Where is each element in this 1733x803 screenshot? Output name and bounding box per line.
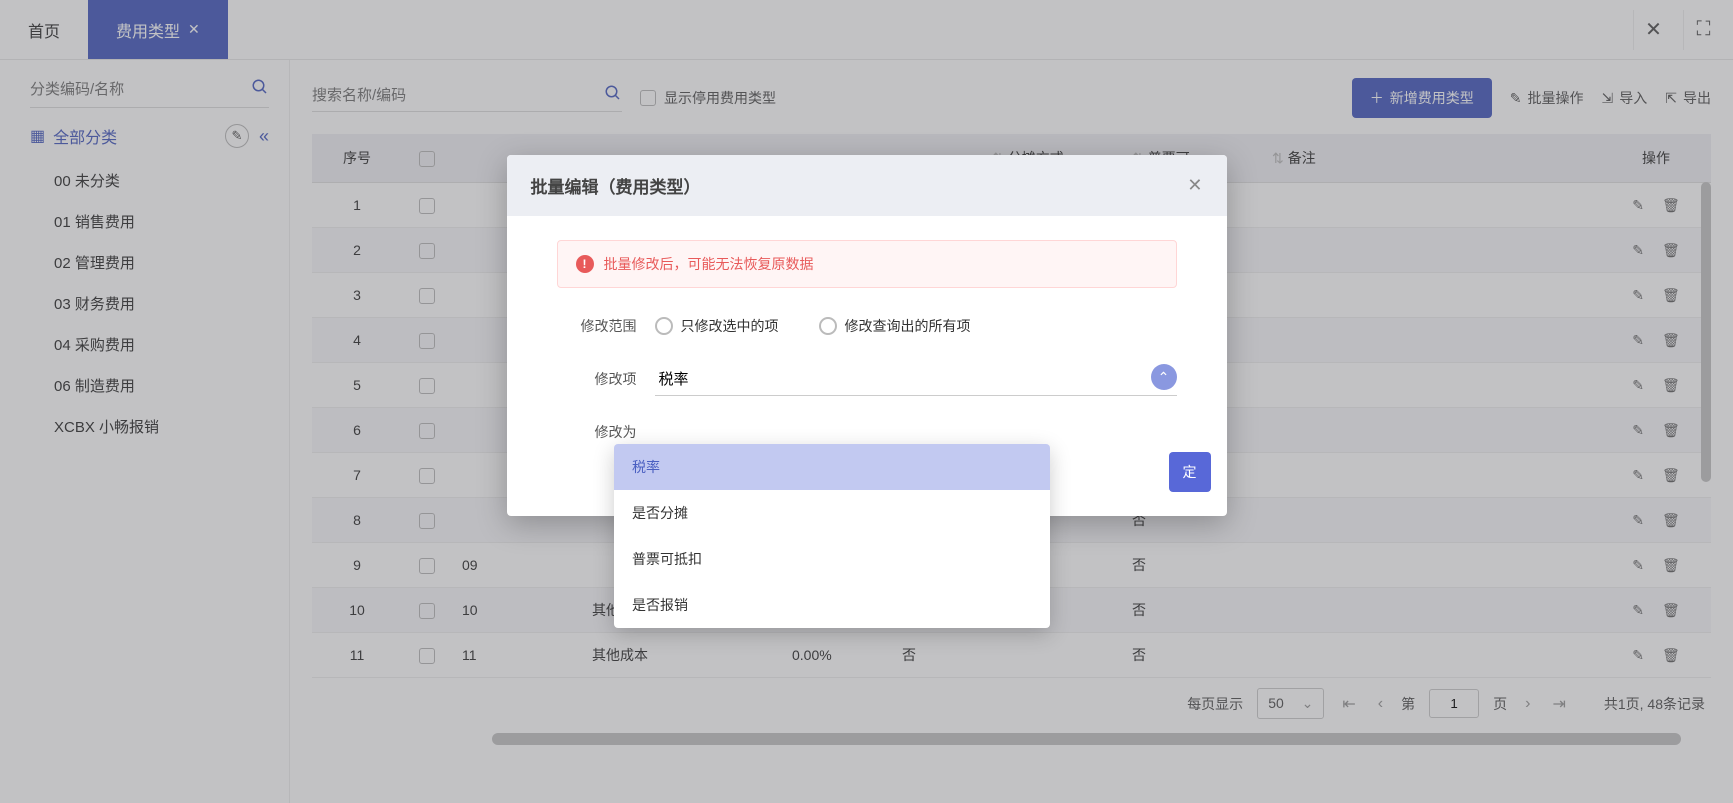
modal-close-icon[interactable]: ✕ [1187,175,1202,196]
field-dropdown: 税率 是否分摊 普票可抵扣 是否报销 [614,444,1050,628]
chevron-up-icon[interactable]: ⌃ [1151,364,1177,390]
value-label: 修改为 [557,422,637,442]
modal-title: 批量编辑（费用类型） [531,173,701,198]
scope-all-radio[interactable]: 修改查询出的所有项 [819,316,971,336]
warning-alert: ! 批量修改后，可能无法恢复原数据 [557,240,1177,288]
alert-text: 批量修改后，可能无法恢复原数据 [604,254,814,274]
dropdown-option[interactable]: 是否报销 [614,582,1050,628]
dropdown-option[interactable]: 普票可抵扣 [614,536,1050,582]
field-select-input[interactable] [655,362,1177,396]
scope-selected-radio[interactable]: 只修改选中的项 [655,316,779,336]
warning-icon: ! [576,255,594,273]
radio-icon [655,317,673,335]
confirm-button[interactable]: 定 [1169,452,1211,492]
field-label: 修改项 [557,369,637,389]
field-select[interactable]: ⌃ 定 [655,362,1177,396]
radio-icon [819,317,837,335]
scope-label: 修改范围 [557,316,637,336]
modal-overlay: 批量编辑（费用类型） ✕ ! 批量修改后，可能无法恢复原数据 修改范围 只修改选… [0,0,1733,803]
dropdown-option[interactable]: 是否分摊 [614,490,1050,536]
dropdown-option[interactable]: 税率 [614,444,1050,490]
